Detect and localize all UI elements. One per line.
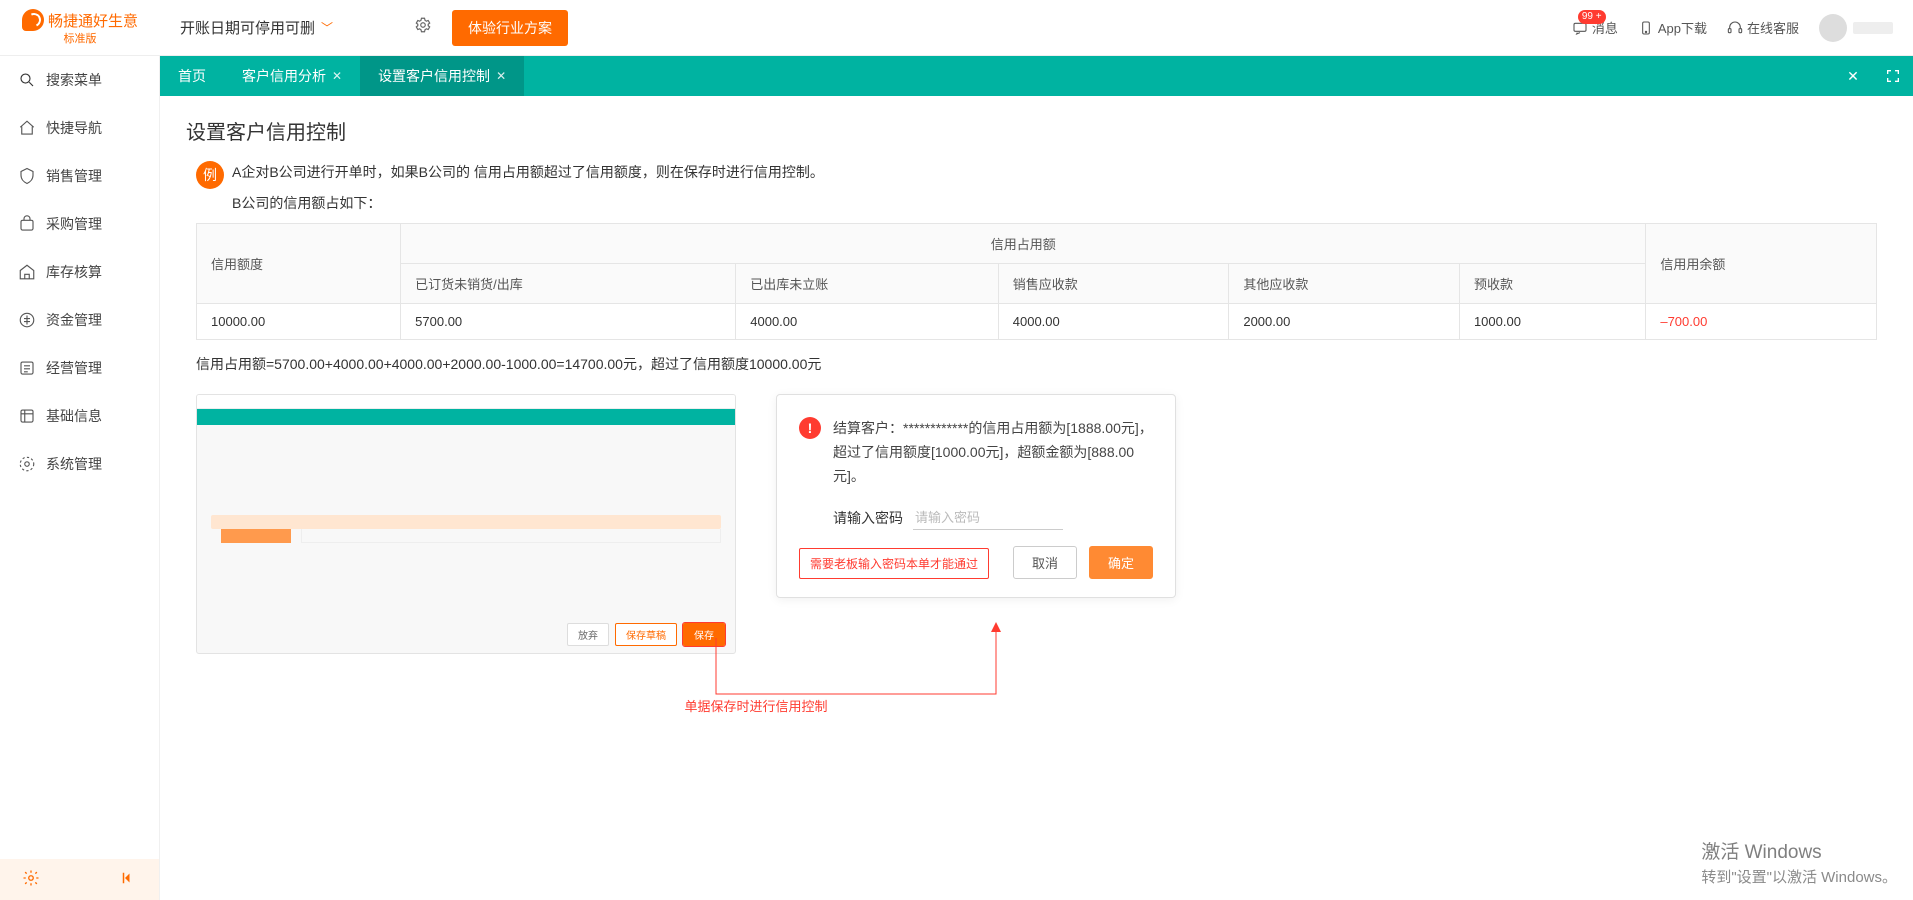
cell-val-3: 2000.00 [1229,304,1460,340]
sidebar-item-funds[interactable]: 资金管理 [0,296,159,344]
sidebar-item-biz[interactable]: 经营管理 [0,344,159,392]
online-support-link[interactable]: 在线客服 [1727,18,1799,37]
account-period-dropdown[interactable]: 开账日期可停用可删 ﹀ [180,17,410,38]
content-scroll[interactable]: 设置客户信用控制 例 A企对B公司进行开单时，如果B公司的 信用占用额超过了信用… [160,96,1913,900]
sidebar-label: 销售管理 [46,166,102,186]
password-input[interactable] [913,506,1063,530]
messages-badge: 99 + [1578,10,1606,24]
account-period-label: 开账日期可停用可删 [180,17,315,38]
sidebar-item-sales[interactable]: 销售管理 [0,152,159,200]
example-subline: B公司的信用额占如下： [232,193,1877,213]
dialog-note: 需要老板输入密码本单才能通过 [799,548,989,579]
messages-link[interactable]: 消息 99 + [1572,18,1618,37]
dialog-message: 结算客户：************的信用占用额为[1888.00元]，超过了信用… [833,417,1153,488]
sidebar-item-purchase[interactable]: 采购管理 [0,200,159,248]
dialog-ok-button[interactable]: 确定 [1089,546,1153,579]
th-credit-limit: 信用额度 [197,224,401,304]
tab-label: 设置客户信用控制 [378,66,490,86]
mini-abandon-button: 放弃 [567,623,609,646]
credit-exceeded-dialog: ! 结算客户：************的信用占用额为[1888.00元]，超过了… [776,394,1176,598]
sidebar-item-quicknav[interactable]: 快捷导航 [0,104,159,152]
sidebar-label: 系统管理 [46,454,102,474]
settings-gear-icon[interactable] [414,16,432,39]
sidebar-label: 采购管理 [46,214,102,234]
user-menu[interactable] [1819,14,1893,42]
online-support-label: 在线客服 [1747,18,1799,37]
tab-label: 首页 [178,66,206,86]
footer-gear-icon[interactable] [22,869,40,890]
th-sub-4: 预收款 [1459,264,1645,304]
logo-icon [22,9,44,31]
th-sub-1: 已出库未立账 [736,264,998,304]
cell-val-0: 5700.00 [401,304,736,340]
mini-save-draft-button: 保存草稿 [615,623,677,646]
cell-limit: 10000.00 [197,304,401,340]
page-title: 设置客户信用控制 [160,96,1913,159]
cell-val-2: 4000.00 [998,304,1229,340]
logo-text: 畅捷通好生意 [48,10,138,31]
sidebar-label: 库存核算 [46,262,102,282]
sidebar-label: 经营管理 [46,358,102,378]
sidebar-label: 资金管理 [46,310,102,330]
industry-solution-button[interactable]: 体验行业方案 [452,10,568,46]
sidebar-item-stock[interactable]: 库存核算 [0,248,159,296]
avatar-icon [1819,14,1847,42]
example-badge-icon: 例 [196,161,224,189]
error-icon: ! [799,417,821,439]
logo-subtext: 标准版 [64,30,97,46]
sidebar-label: 基础信息 [46,406,102,426]
footer-collapse-icon[interactable] [119,869,137,890]
credit-table: 信用额度 信用占用额 信用用余额 已订货未销货/出库 已出库未立账 销售应收款 … [196,223,1877,340]
th-usage-group: 信用占用额 [401,224,1646,264]
sidebar-item-system[interactable]: 系统管理 [0,440,159,488]
top-header: 畅捷通好生意 标准版 开账日期可停用可删 ﹀ 体验行业方案 消息 99 + Ap… [0,0,1913,56]
tab-credit-control-settings[interactable]: 设置客户信用控制 ✕ [360,56,524,96]
chevron-down-icon: ﹀ [321,19,333,36]
formula-text: 信用占用额=5700.00+4000.00+4000.00+2000.00-10… [196,354,1877,374]
tab-close-all-icon[interactable]: ✕ [1833,68,1873,85]
sidebar-label: 搜索菜单 [46,70,102,90]
mini-save-button: 保存 [683,623,725,646]
th-sub-3: 其他应收款 [1229,264,1460,304]
main-area: 首页 客户信用分析 ✕ 设置客户信用控制 ✕ ✕ 设置客户信用控制 例 [160,56,1913,900]
sidebar-footer [0,859,159,900]
th-sub-0: 已订货未销货/出库 [401,264,736,304]
close-icon[interactable]: ✕ [332,69,342,83]
illustration-row: 放弃 保存草稿 保存 ! 结算客户：************的信用占用额为[18… [196,394,1877,654]
example-panel: 例 A企对B公司进行开单时，如果B公司的 信用占用额超过了信用额度，则在保存时进… [186,159,1887,735]
sidebar-item-search[interactable]: 搜索菜单 [0,56,159,104]
tab-label: 客户信用分析 [242,66,326,86]
cell-val-4: 1000.00 [1459,304,1645,340]
app-download-label: App下载 [1658,18,1707,37]
example-text: A企对B公司进行开单时，如果B公司的 信用占用额超过了信用额度，则在保存时进行信… [232,159,824,186]
app-download-link[interactable]: App下载 [1638,18,1707,37]
header-right: 消息 99 + App下载 在线客服 [1572,14,1913,42]
dialog-cancel-button[interactable]: 取消 [1013,546,1077,579]
cell-val-1: 4000.00 [736,304,998,340]
order-entry-screenshot: 放弃 保存草稿 保存 [196,394,736,654]
cell-balance: –700.00 [1646,304,1877,340]
logo-area: 畅捷通好生意 标准版 [0,0,160,56]
arrow-caption: 单据保存时进行信用控制 [486,696,1026,715]
sidebar-item-base[interactable]: 基础信息 [0,392,159,440]
tabstrip: 首页 客户信用分析 ✕ 设置客户信用控制 ✕ ✕ [160,56,1913,96]
close-icon[interactable]: ✕ [496,69,506,83]
username-placeholder [1853,22,1893,34]
th-sub-2: 销售应收款 [998,264,1229,304]
password-label: 请输入密码 [833,508,903,528]
table-row: 10000.00 5700.00 4000.00 4000.00 2000.00… [197,304,1877,340]
th-balance: 信用用余额 [1646,224,1877,304]
tab-credit-analysis[interactable]: 客户信用分析 ✕ [224,56,360,96]
tab-fullscreen-icon[interactable] [1873,68,1913,84]
sidebar-label: 快捷导航 [46,118,102,138]
sidebar: 搜索菜单 快捷导航 销售管理 采购管理 库存核算 资金管理 经营管理 基础信息 [0,56,160,900]
tab-home[interactable]: 首页 [160,56,224,96]
